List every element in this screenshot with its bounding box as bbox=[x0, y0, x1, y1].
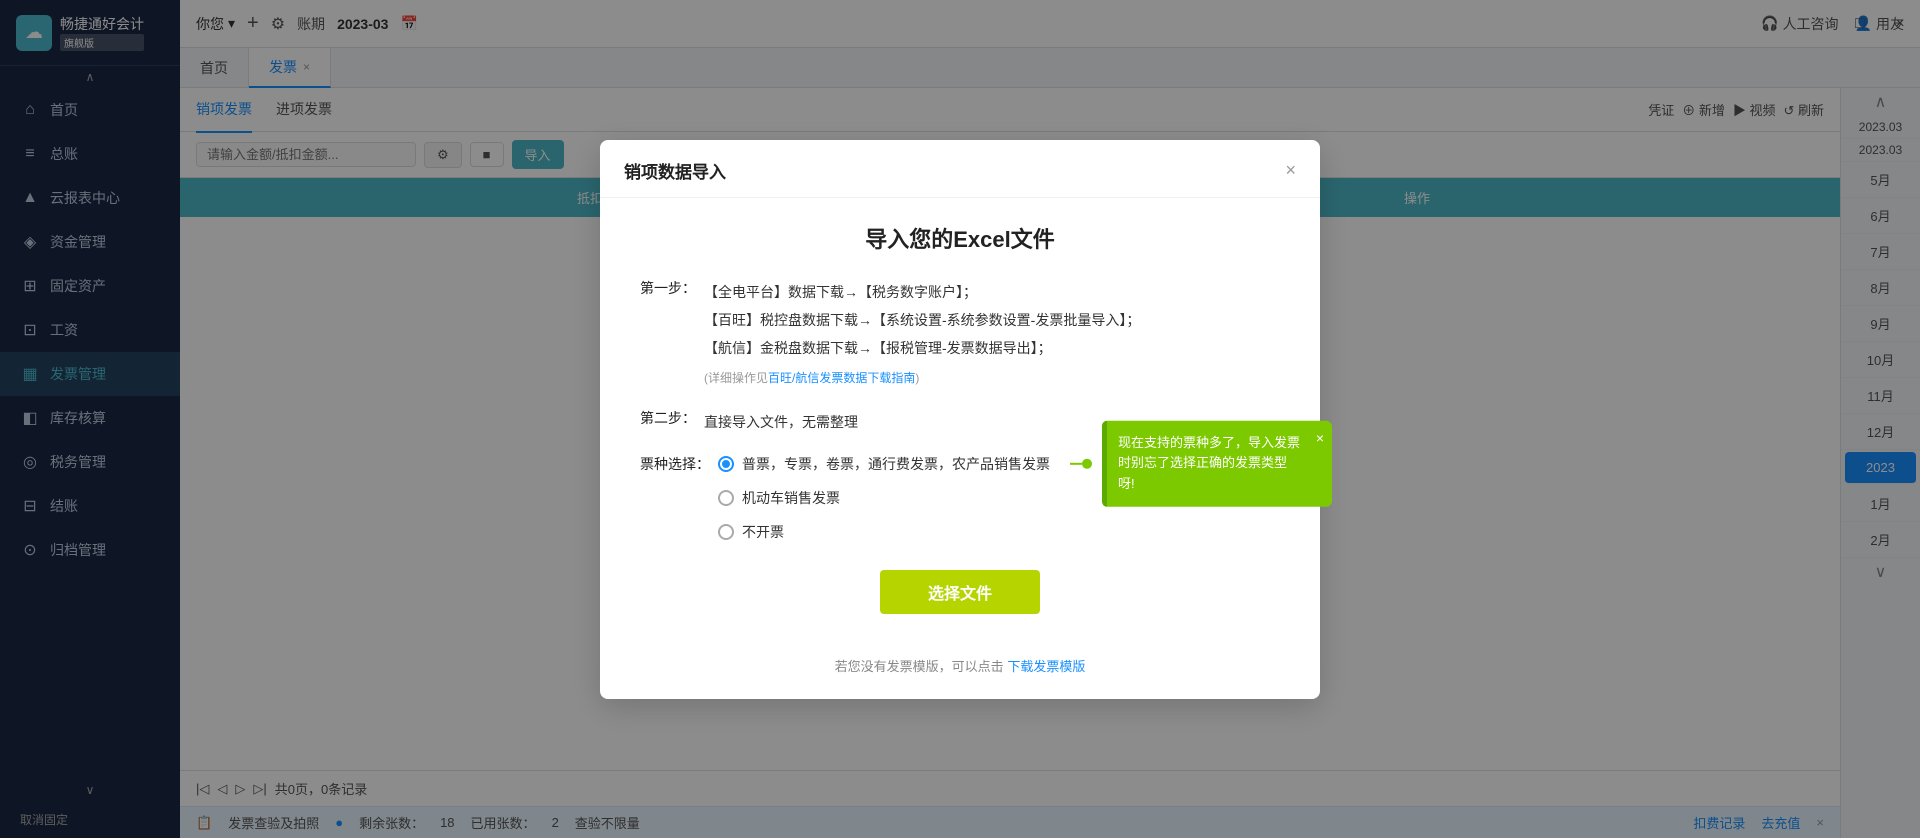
step1-line-3: 【航信】金税盘数据下载→【报税管理-发票数据导出】； bbox=[704, 334, 1140, 362]
step1-note: (详细操作见百旺/航信发票数据下载指南) bbox=[704, 366, 1140, 390]
select-file-button[interactable]: 选择文件 bbox=[880, 570, 1040, 614]
modal-big-title: 导入您的Excel文件 bbox=[640, 222, 1280, 254]
ticket-option-motor: 机动车销售发票 bbox=[718, 488, 1050, 508]
import-modal: 销项数据导入 × 导入您的Excel文件 第一步： 【全电平台】数据下载→【税务… bbox=[600, 140, 1320, 699]
modal-close-button[interactable]: × bbox=[1285, 160, 1296, 181]
step2-content: 直接导入文件，无需整理 bbox=[704, 408, 858, 436]
radio-motor-label: 机动车销售发票 bbox=[742, 488, 840, 508]
modal-title: 销项数据导入 bbox=[624, 158, 726, 183]
radio-common-label: 普票，专票，卷票，通行费发票，农产品销售发票 bbox=[742, 454, 1050, 474]
step1-note-prefix: (详细操作见 bbox=[704, 371, 768, 385]
download-template-link[interactable]: 下载发票模版 bbox=[1007, 659, 1085, 674]
step1-label: 第一步： bbox=[640, 278, 696, 390]
radio-motor[interactable] bbox=[718, 490, 734, 506]
ticket-option-common: 普票，专票，卷票，通行费发票，农产品销售发票 现在支持的票种多了，导入发票时别忘… bbox=[718, 454, 1050, 474]
modal-footer-text: 若您没有发票模版，可以点击 bbox=[835, 659, 1004, 674]
radio-none-label: 不开票 bbox=[742, 522, 784, 542]
tooltip-close-button[interactable]: × bbox=[1316, 426, 1324, 448]
step-1: 第一步： 【全电平台】数据下载→【税务数字账户】； 【百旺】税控盘数据下载→【系… bbox=[640, 278, 1280, 390]
ticket-selection: 票种选择： 普票，专票，卷票，通行费发票，农产品销售发票 现在支持的票种多了，导 bbox=[640, 454, 1280, 542]
step2-label: 第二步： bbox=[640, 408, 696, 436]
step1-note-suffix: ) bbox=[915, 371, 919, 385]
radio-none[interactable] bbox=[718, 524, 734, 540]
step1-line-2: 【百旺】税控盘数据下载→【系统设置-系统参数设置-发票批量导入】； bbox=[704, 306, 1140, 334]
step1-line-1: 【全电平台】数据下载→【税务数字账户】； bbox=[704, 278, 1140, 306]
modal-header: 销项数据导入 × bbox=[600, 140, 1320, 198]
tooltip-box: 现在支持的票种多了，导入发票时别忘了选择正确的发票类型呀! × bbox=[1102, 420, 1332, 506]
modal-overlay[interactable]: 销项数据导入 × 导入您的Excel文件 第一步： 【全电平台】数据下载→【税务… bbox=[0, 0, 1920, 838]
ticket-radio-group: 普票，专票，卷票，通行费发票，农产品销售发票 现在支持的票种多了，导入发票时别忘… bbox=[718, 454, 1050, 542]
radio-common[interactable] bbox=[718, 456, 734, 472]
modal-body: 导入您的Excel文件 第一步： 【全电平台】数据下载→【税务数字账户】； 【百… bbox=[600, 198, 1320, 644]
step1-content: 【全电平台】数据下载→【税务数字账户】； 【百旺】税控盘数据下载→【系统设置-系… bbox=[704, 278, 1140, 390]
step1-guide-link[interactable]: 百旺/航信发票数据下载指南 bbox=[768, 371, 915, 385]
ticket-label: 票种选择： bbox=[640, 454, 710, 542]
modal-footer: 若您没有发票模版，可以点击 下载发票模版 bbox=[600, 644, 1320, 699]
ticket-option-none: 不开票 bbox=[718, 522, 1050, 542]
tooltip-text: 现在支持的票种多了，导入发票时别忘了选择正确的发票类型呀! bbox=[1118, 434, 1300, 491]
